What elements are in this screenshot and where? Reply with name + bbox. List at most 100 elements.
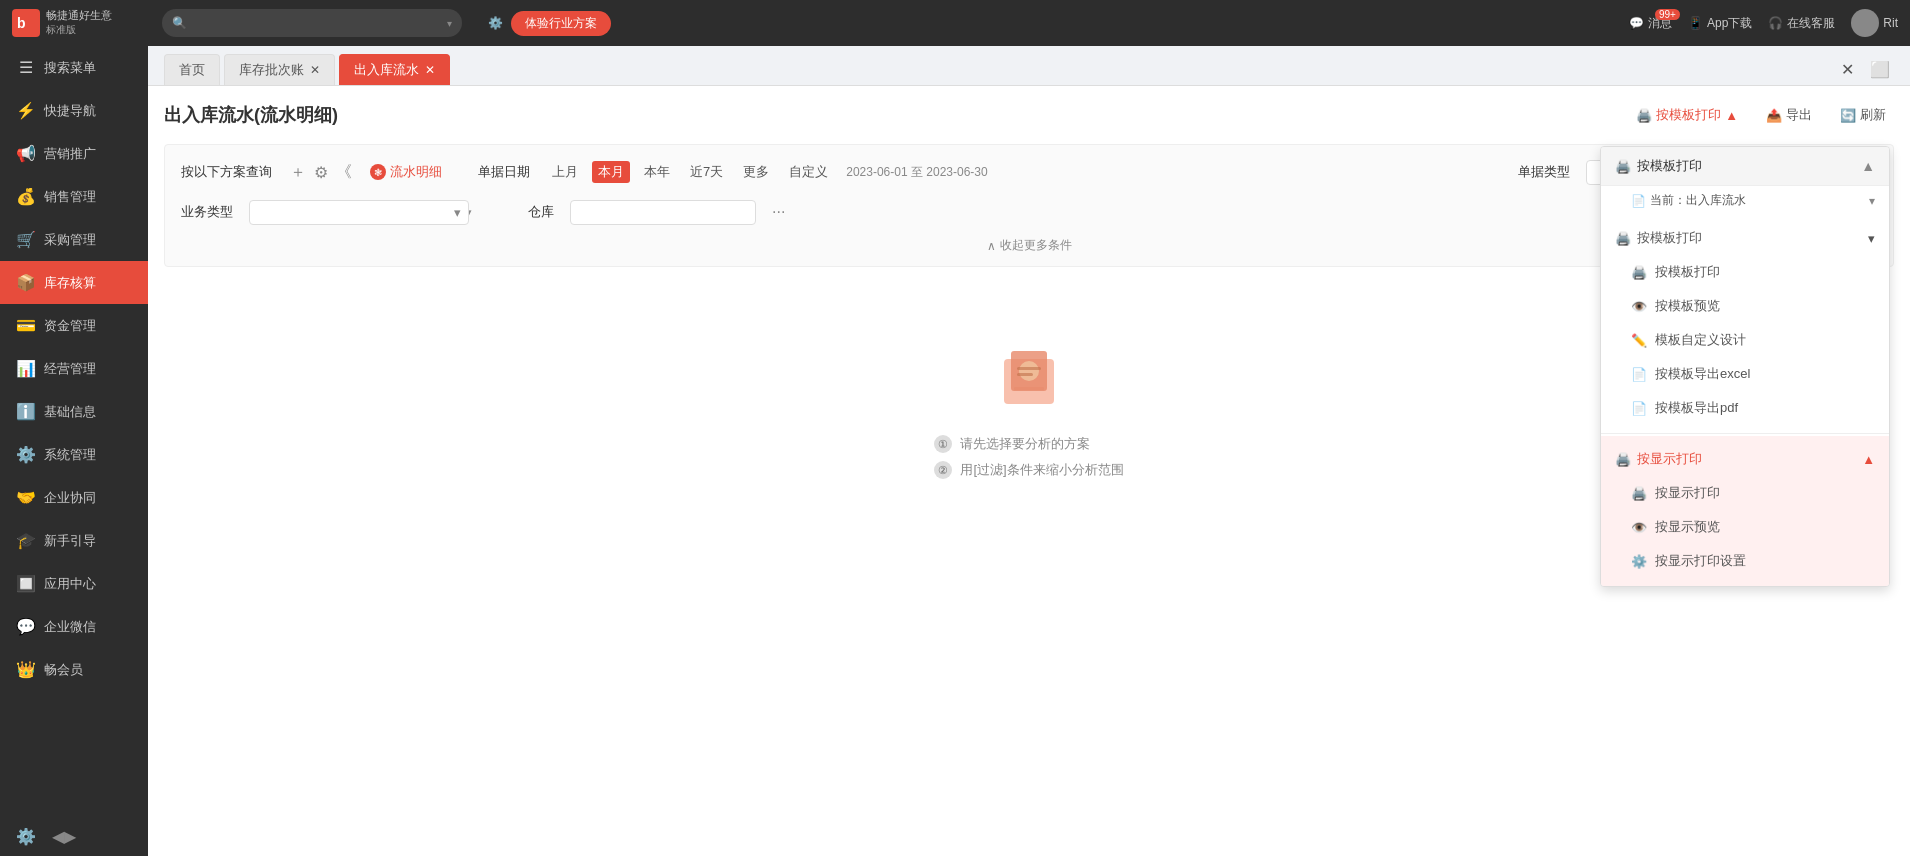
tab-maximize-btn[interactable]: ⬜ <box>1866 58 1894 81</box>
settings-bottom-icon[interactable]: ⚙️ <box>16 827 36 846</box>
print-btn[interactable]: 🖨️ 按模板打印 ▲ <box>1628 102 1746 128</box>
app-download-btn[interactable]: 📱 App下载 <box>1688 15 1752 32</box>
sidebar-item-cooperation[interactable]: 🤝 企业协同 <box>0 476 148 519</box>
display-section-header[interactable]: 🖨️ 按显示打印 ▲ <box>1601 442 1889 476</box>
system-icon: ⚙️ <box>16 445 36 464</box>
expand-icon[interactable]: ◀▶ <box>52 827 76 846</box>
business-type-select-wrapper <box>249 200 469 225</box>
filter-add-btn[interactable]: ＋ <box>288 160 308 185</box>
sidebar-label-guide: 新手引导 <box>44 532 96 550</box>
template-preview-item[interactable]: 👁️ 按模板预览 <box>1601 289 1889 323</box>
date-this-month-btn[interactable]: 本月 <box>592 161 630 183</box>
sidebar-item-app-center[interactable]: 🔲 应用中心 <box>0 562 148 605</box>
display-print-item[interactable]: 🖨️ 按显示打印 <box>1601 476 1889 510</box>
filter-setting-btn[interactable]: ⚙ <box>312 161 330 184</box>
sidebar-label-quick-nav: 快捷导航 <box>44 102 96 120</box>
date-7days-btn[interactable]: 近7天 <box>684 161 729 183</box>
template-print-item[interactable]: 🖨️ 按模板打印 <box>1601 255 1889 289</box>
current-label-text: 当前：出入库流水 <box>1650 192 1746 209</box>
filter-collapse-left-btn[interactable]: 《 <box>334 160 354 185</box>
tab-flow-close-icon[interactable]: ✕ <box>425 64 435 76</box>
sidebar-item-guide[interactable]: 🎓 新手引导 <box>0 519 148 562</box>
sidebar-item-member[interactable]: 👑 畅会员 <box>0 648 148 691</box>
business-type-select[interactable] <box>249 200 469 225</box>
template-export-excel-item[interactable]: 📄 按模板导出excel <box>1601 357 1889 391</box>
display-settings-label: 按显示打印设置 <box>1655 552 1746 570</box>
sidebar-item-search-menu[interactable]: ☰ 搜索菜单 <box>0 46 148 89</box>
app-name: 畅捷通好生意 <box>46 9 112 22</box>
template-export-pdf-item[interactable]: 📄 按模板导出pdf <box>1601 391 1889 425</box>
message-btn[interactable]: 💬 消息 99+ <box>1629 15 1672 32</box>
sidebar-item-basic-info[interactable]: ℹ️ 基础信息 <box>0 390 148 433</box>
sidebar-label-operation: 经营管理 <box>44 360 96 378</box>
sales-icon: 💰 <box>16 187 36 206</box>
sidebar-item-system[interactable]: ⚙️ 系统管理 <box>0 433 148 476</box>
doc-type-label: 单据类型 <box>1518 163 1570 181</box>
logo-area: b 畅捷通好生意 标准版 <box>12 9 152 37</box>
refresh-btn[interactable]: 🔄 刷新 <box>1832 102 1894 128</box>
content-area: 首页 库存批次账 ✕ 出入库流水 ✕ ✕ ⬜ 出入库流水(流水明细) <box>148 46 1910 856</box>
collapse-more-btn[interactable]: ∧ 收起更多条件 <box>987 237 1072 254</box>
sidebar-item-finance[interactable]: 💳 资金管理 <box>0 304 148 347</box>
template-design-item[interactable]: ✏️ 模板自定义设计 <box>1601 323 1889 357</box>
date-filters: 上月 本月 本年 近7天 更多 自定义 2023-06-01 至 2023-06… <box>546 161 1482 183</box>
sidebar-item-operation[interactable]: 📊 经营管理 <box>0 347 148 390</box>
tab-batch-close-icon[interactable]: ✕ <box>310 64 320 76</box>
tab-flow[interactable]: 出入库流水 ✕ <box>339 54 450 85</box>
display-settings-item[interactable]: ⚙️ 按显示打印设置 <box>1601 544 1889 578</box>
print-arrow-up-icon: ▲ <box>1725 108 1738 123</box>
top-search-bar[interactable]: 🔍 ▾ <box>162 9 462 37</box>
display-section-icon: 🖨️ <box>1615 452 1631 467</box>
app-version: 标准版 <box>46 23 112 37</box>
empty-step-2: ② 用[过滤]条件来缩小分析范围 <box>934 461 1123 479</box>
collapse-label: 收起更多条件 <box>1000 237 1072 254</box>
panel-toggle-icon[interactable]: ▲ <box>1861 158 1875 174</box>
empty-step-1: ① 请先选择要分析的方案 <box>934 435 1123 453</box>
print-panel-scroll: 📄 当前：出入库流水 ▾ 🖨️ 按模板打印 ▾ <box>1601 186 1889 586</box>
tab-batch-account[interactable]: 库存批次账 ✕ <box>224 54 335 85</box>
date-more-btn[interactable]: 更多 <box>737 161 775 183</box>
trial-button[interactable]: 体验行业方案 <box>511 11 611 36</box>
sidebar-item-marketing[interactable]: 📢 营销推广 <box>0 132 148 175</box>
sidebar-label-system: 系统管理 <box>44 446 96 464</box>
sidebar-label-sales: 销售管理 <box>44 188 96 206</box>
current-label-arrow: ▾ <box>1869 194 1875 208</box>
user-avatar-area[interactable]: Rit <box>1851 9 1898 37</box>
sidebar-item-sales[interactable]: 💰 销售管理 <box>0 175 148 218</box>
settings-icon-btn[interactable]: ⚙️ <box>484 14 507 32</box>
tab-batch-account-label: 库存批次账 <box>239 61 304 79</box>
svg-rect-4 <box>1017 367 1041 370</box>
display-print-label: 按显示打印 <box>1655 484 1720 502</box>
online-service-btn[interactable]: 🎧 在线客服 <box>1768 15 1835 32</box>
sidebar-label-purchase: 采购管理 <box>44 231 96 249</box>
sidebar-item-quick-nav[interactable]: ⚡ 快捷导航 <box>0 89 148 132</box>
sidebar-bottom: ⚙️ ◀▶ <box>0 817 148 856</box>
date-last-month-btn[interactable]: 上月 <box>546 161 584 183</box>
display-preview-item[interactable]: 👁️ 按显示预览 <box>1601 510 1889 544</box>
template-section-header[interactable]: 🖨️ 按模板打印 ▾ <box>1601 221 1889 255</box>
date-custom-btn[interactable]: 自定义 <box>783 161 834 183</box>
business-type-label: 业务类型 <box>181 203 233 221</box>
headset-icon: 🎧 <box>1768 16 1783 30</box>
tab-close-all-btn[interactable]: ✕ <box>1837 58 1858 81</box>
step-2-text: 用[过滤]条件来缩小分析范围 <box>960 461 1123 479</box>
marketing-icon: 📢 <box>16 144 36 163</box>
warehouse-input[interactable] <box>570 200 756 225</box>
cooperation-icon: 🤝 <box>16 488 36 507</box>
date-this-year-btn[interactable]: 本年 <box>638 161 676 183</box>
warehouse-more-btn[interactable]: ··· <box>772 203 785 221</box>
sidebar-item-purchase[interactable]: 🛒 采购管理 <box>0 218 148 261</box>
sidebar-label-app-center: 应用中心 <box>44 575 96 593</box>
online-service-label: 在线客服 <box>1787 15 1835 32</box>
sidebar-item-wechat[interactable]: 💬 企业微信 <box>0 605 148 648</box>
sidebar-item-inventory[interactable]: 📦 库存核算 <box>0 261 148 304</box>
panel-divider <box>1601 433 1889 434</box>
export-btn[interactable]: 📤 导出 <box>1758 102 1820 128</box>
template-preview-icon: 👁️ <box>1631 299 1647 314</box>
search-input[interactable] <box>193 16 441 30</box>
sidebar-label-inventory: 库存核算 <box>44 274 96 292</box>
finance-icon: 💳 <box>16 316 36 335</box>
step-1-text: 请先选择要分析的方案 <box>960 435 1090 453</box>
tab-home[interactable]: 首页 <box>164 54 220 85</box>
display-export-excel-item[interactable]: 📄 按显示导出excel <box>1601 578 1889 586</box>
